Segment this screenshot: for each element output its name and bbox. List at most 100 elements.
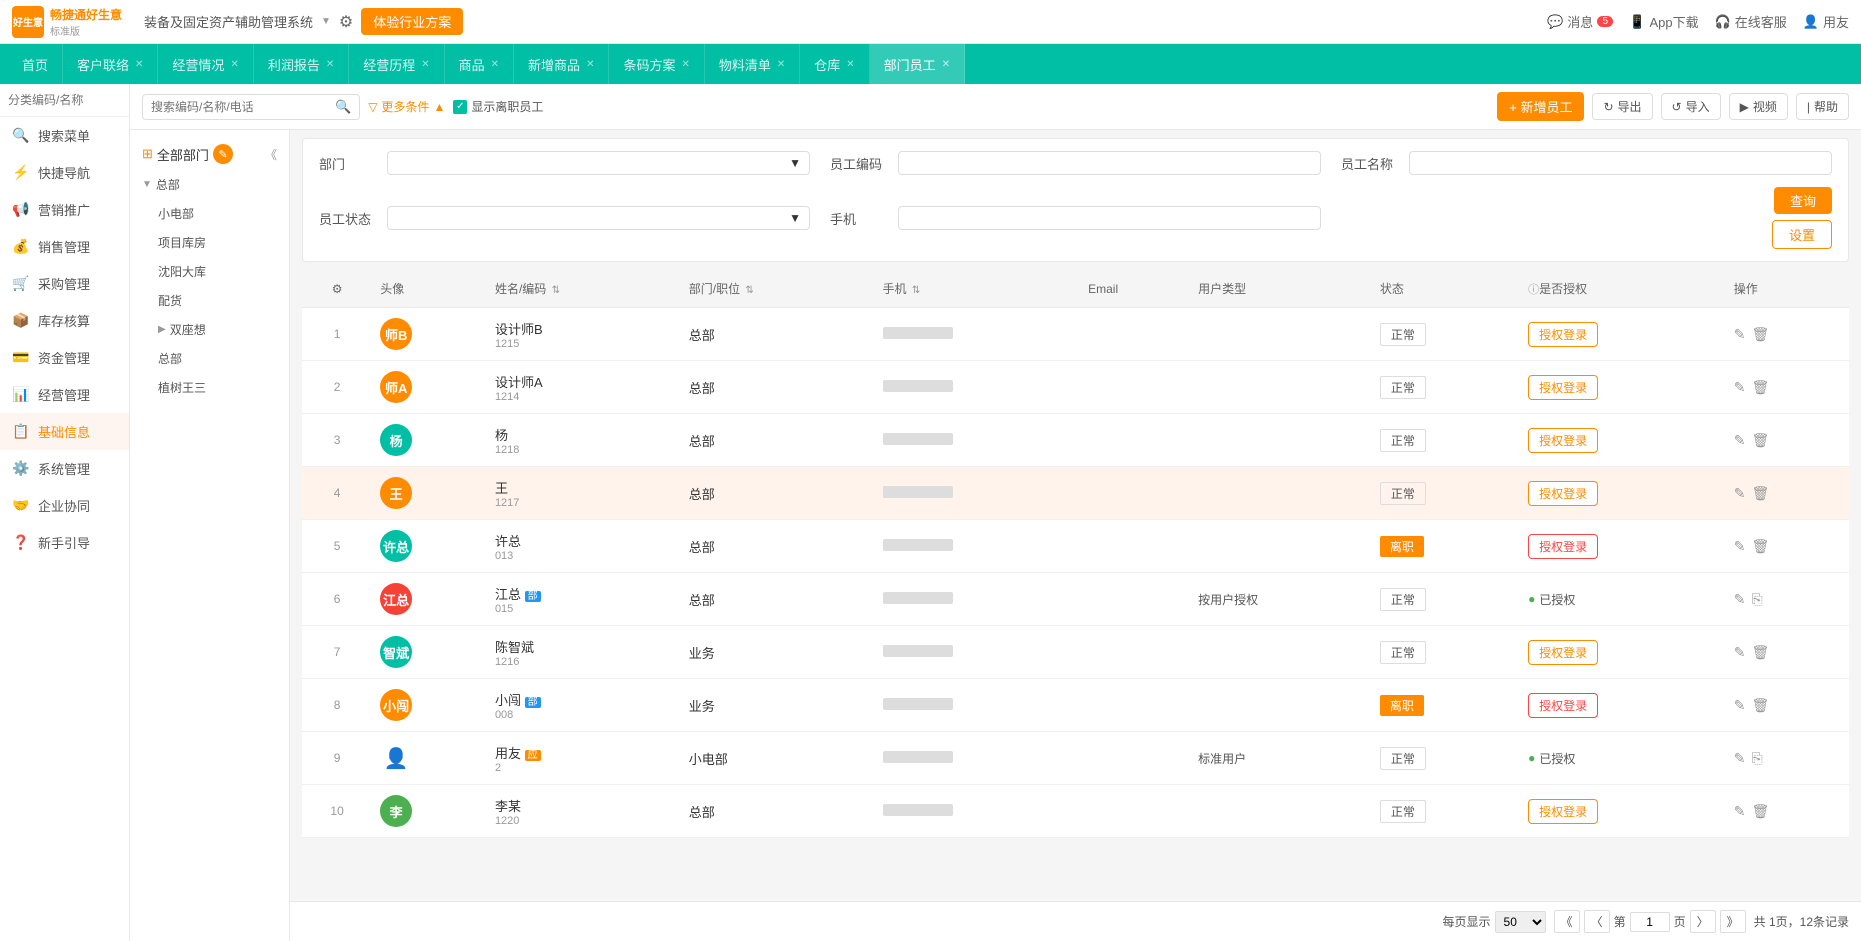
employee-search-input[interactable] bbox=[151, 100, 331, 114]
tab-warehouse[interactable]: 仓库 ✕ bbox=[800, 44, 869, 84]
sidebar-item-purchase[interactable]: 🛒 采购管理 bbox=[0, 265, 129, 302]
status-select[interactable]: ▼ bbox=[387, 206, 810, 230]
tab-management[interactable]: 经营情况 ✕ bbox=[158, 44, 253, 84]
edit-icon[interactable]: ✎ bbox=[1734, 803, 1746, 820]
sidebar-item-system[interactable]: ⚙️ 系统管理 bbox=[0, 450, 129, 487]
copy-icon[interactable]: ⎘ bbox=[1752, 591, 1763, 608]
delete-icon[interactable]: 🗑 bbox=[1752, 644, 1770, 661]
settings-icon[interactable]: ⚙ bbox=[339, 12, 353, 32]
page-number-input[interactable] bbox=[1630, 912, 1670, 932]
dept-node-electronics[interactable]: 小电部 bbox=[130, 199, 289, 228]
page-size-select[interactable]: 50 100 200 bbox=[1495, 911, 1546, 933]
tab-goods[interactable]: 商品 ✕ bbox=[445, 44, 514, 84]
auth-button[interactable]: 授权登录 bbox=[1528, 534, 1598, 559]
delete-icon[interactable]: 🗑 bbox=[1752, 379, 1770, 396]
tab-warehouse-close[interactable]: ✕ bbox=[846, 59, 854, 70]
emp-name-input[interactable] bbox=[1409, 151, 1832, 175]
last-page-button[interactable]: 》 bbox=[1720, 910, 1746, 933]
online-service-action[interactable]: 🎧 在线客服 bbox=[1715, 12, 1787, 31]
delete-icon[interactable]: 🗑 bbox=[1752, 485, 1770, 502]
tab-customer-close[interactable]: ✕ bbox=[135, 59, 143, 70]
auth-button[interactable]: 授权登录 bbox=[1528, 322, 1598, 347]
message-action[interactable]: 💬 消息 5 bbox=[1547, 12, 1613, 31]
edit-icon[interactable]: ✎ bbox=[1734, 591, 1746, 608]
tab-bom[interactable]: 物料清单 ✕ bbox=[705, 44, 800, 84]
next-page-button[interactable]: 〉 bbox=[1690, 910, 1716, 933]
dept-node-hq2[interactable]: 总部 bbox=[130, 344, 289, 373]
auth-button[interactable]: 授权登录 bbox=[1528, 375, 1598, 400]
sidebar-item-guide[interactable]: ❓ 新手引导 bbox=[0, 524, 129, 561]
tab-customer[interactable]: 客户联络 ✕ bbox=[63, 44, 158, 84]
edit-icon[interactable]: ✎ bbox=[1734, 538, 1746, 555]
settings-button[interactable]: 设置 bbox=[1772, 220, 1832, 249]
export-button[interactable]: ↻ 导出 bbox=[1592, 93, 1652, 120]
dept-select[interactable]: ▼ bbox=[387, 151, 810, 175]
search-icon[interactable]: 🔍 bbox=[335, 99, 351, 115]
dept-node-project[interactable]: 项目库房 bbox=[130, 228, 289, 257]
dept-node-duanzuo[interactable]: ▶ 双座想 bbox=[130, 315, 289, 344]
delete-icon[interactable]: 🗑 bbox=[1752, 697, 1770, 714]
search-button[interactable]: 查询 bbox=[1774, 187, 1832, 214]
delete-icon[interactable]: 🗑 bbox=[1752, 326, 1770, 343]
edit-icon[interactable]: ✎ bbox=[1734, 326, 1746, 343]
tab-home[interactable]: 首页 bbox=[8, 44, 63, 84]
dept-collapse-button[interactable]: 《 bbox=[265, 146, 277, 163]
copy-icon[interactable]: ⎘ bbox=[1752, 750, 1763, 767]
auth-button[interactable]: 授权登录 bbox=[1528, 799, 1598, 824]
edit-icon[interactable]: ✎ bbox=[1734, 644, 1746, 661]
col-phone[interactable]: 手机 ⇅ bbox=[875, 270, 1081, 308]
sidebar-item-search[interactable]: 🔍 搜索菜单 bbox=[0, 117, 129, 154]
tab-profit[interactable]: 利润报告 ✕ bbox=[254, 44, 349, 84]
import-button[interactable]: ↺ 导入 bbox=[1661, 93, 1721, 120]
sidebar-item-finance[interactable]: 💳 资金管理 bbox=[0, 339, 129, 376]
phone-input[interactable] bbox=[898, 206, 1321, 230]
sidebar-item-operation[interactable]: 📊 经营管理 bbox=[0, 376, 129, 413]
tab-management-close[interactable]: ✕ bbox=[230, 59, 238, 70]
sidebar-item-collab[interactable]: 🤝 企业协同 bbox=[0, 487, 129, 524]
emp-code-input[interactable] bbox=[898, 151, 1321, 175]
edit-icon[interactable]: ✎ bbox=[1734, 379, 1746, 396]
sidebar-item-marketing[interactable]: 📢 营销推广 bbox=[0, 191, 129, 228]
edit-icon[interactable]: ✎ bbox=[1734, 485, 1746, 502]
col-name[interactable]: 姓名/编码 ⇅ bbox=[487, 270, 681, 308]
sidebar-item-inventory[interactable]: 📦 库存核算 bbox=[0, 302, 129, 339]
dept-node-delivery[interactable]: 配货 bbox=[130, 286, 289, 315]
auth-button[interactable]: 授权登录 bbox=[1528, 693, 1598, 718]
dept-node-headquarters[interactable]: ▼ 总部 bbox=[130, 170, 289, 199]
sidebar-item-quick[interactable]: ⚡ 快捷导航 bbox=[0, 154, 129, 191]
tab-history[interactable]: 经营历程 ✕ bbox=[349, 44, 444, 84]
dept-edit-button[interactable]: ✎ bbox=[213, 144, 233, 164]
system-dropdown-arrow[interactable]: ▼ bbox=[321, 16, 331, 27]
auth-button[interactable]: 授权登录 bbox=[1528, 481, 1598, 506]
user-action[interactable]: 👤 用友 bbox=[1803, 12, 1849, 31]
tab-department[interactable]: 部门员工 ✕ bbox=[870, 44, 965, 84]
edit-icon[interactable]: ✎ bbox=[1734, 432, 1746, 449]
delete-icon[interactable]: 🗑 bbox=[1752, 432, 1770, 449]
sidebar-item-basic[interactable]: 📋 基础信息 bbox=[0, 413, 129, 450]
sidebar-search-input[interactable] bbox=[8, 93, 130, 107]
auth-button[interactable]: 授权登录 bbox=[1528, 428, 1598, 453]
app-download-action[interactable]: 📱 App下载 bbox=[1629, 12, 1698, 31]
auth-button[interactable]: 授权登录 bbox=[1528, 640, 1598, 665]
delete-icon[interactable]: 🗑 bbox=[1752, 803, 1770, 820]
tab-add-goods[interactable]: 新增商品 ✕ bbox=[514, 44, 609, 84]
dept-node-plant[interactable]: 植树王三 bbox=[130, 373, 289, 402]
dept-node-shenyang[interactable]: 沈阳大库 bbox=[130, 257, 289, 286]
help-button[interactable]: | 帮助 bbox=[1796, 93, 1849, 120]
more-filter-btn[interactable]: ▽ 更多条件 ▲ bbox=[368, 98, 445, 115]
edit-icon[interactable]: ✎ bbox=[1734, 697, 1746, 714]
sidebar-item-sales[interactable]: 💰 销售管理 bbox=[0, 228, 129, 265]
view-button[interactable]: ▶ 视频 bbox=[1729, 93, 1788, 120]
tab-barcode[interactable]: 条码方案 ✕ bbox=[609, 44, 704, 84]
prev-page-button[interactable]: 〈 bbox=[1584, 910, 1610, 933]
resigned-checkbox[interactable]: ✓ bbox=[453, 100, 467, 114]
edit-icon[interactable]: ✎ bbox=[1734, 750, 1746, 767]
first-page-button[interactable]: 《 bbox=[1554, 910, 1580, 933]
add-employee-button[interactable]: + 新增员工 bbox=[1497, 92, 1584, 121]
experience-button[interactable]: 体验行业方案 bbox=[361, 8, 463, 35]
tab-goods-close[interactable]: ✕ bbox=[491, 59, 499, 70]
tab-department-close[interactable]: ✕ bbox=[942, 59, 950, 70]
col-dept[interactable]: 部门/职位 ⇅ bbox=[681, 270, 875, 308]
show-resigned-toggle[interactable]: ✓ 显示离职员工 bbox=[453, 98, 543, 115]
col-settings[interactable]: ⚙ bbox=[302, 270, 372, 308]
